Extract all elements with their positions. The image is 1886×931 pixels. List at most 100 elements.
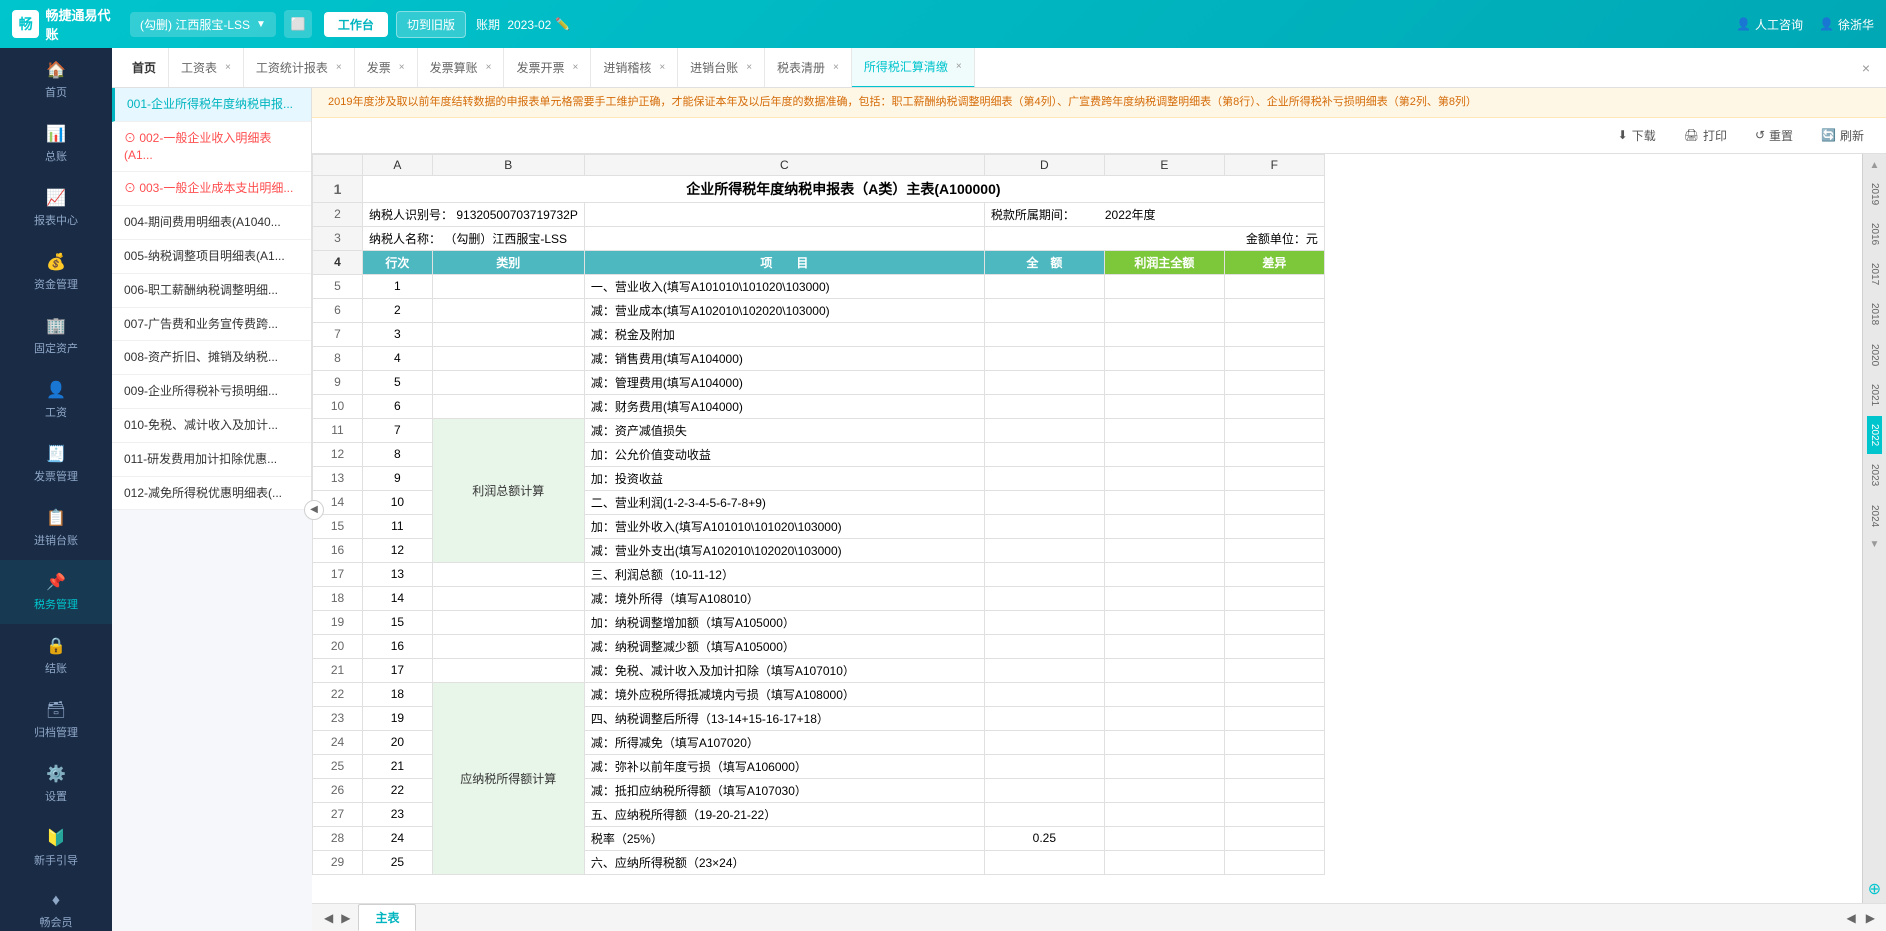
sidebar-item-guide[interactable]: 🔰 新手引导: [0, 816, 112, 880]
tab-income-tax[interactable]: 所得税汇算清缴 ×: [852, 48, 975, 88]
year-item-2016[interactable]: 2016: [1867, 215, 1882, 253]
line-num: 23: [363, 802, 433, 826]
tab-right-close-icon[interactable]: ×: [1854, 60, 1878, 76]
year-item-2021[interactable]: 2021: [1867, 376, 1882, 414]
profit-cell: [1104, 322, 1224, 346]
sidebar-item-tax[interactable]: 📌 税务管理: [0, 560, 112, 624]
left-panel-item-007[interactable]: 007-广告费和业务宣传费跨...: [112, 308, 311, 342]
sheet-scroll-left-icon[interactable]: ◀: [1844, 911, 1859, 925]
tab-tax-clear-close[interactable]: ×: [833, 62, 839, 73]
left-panel-item-002[interactable]: ⊙ 002-一般企业收入明细表(A1...: [112, 122, 311, 173]
sheet-nav: ◀ ▶ 主表 ◀ ▶: [312, 903, 1886, 931]
spreadsheet-container[interactable]: A B C D E F: [312, 154, 1862, 904]
switch-version-button[interactable]: 切到旧版: [396, 11, 466, 38]
sidebar-item-payroll[interactable]: 👤 工资: [0, 368, 112, 432]
refresh-button[interactable]: 🔄 刷新: [1815, 124, 1870, 147]
tab-income-tax-close[interactable]: ×: [956, 61, 962, 72]
year-item-2022[interactable]: 2022: [1867, 416, 1882, 454]
tab-invoice-calc-close[interactable]: ×: [486, 62, 492, 73]
tab-payroll-close[interactable]: ×: [225, 62, 231, 73]
reset-button[interactable]: ↺ 重置: [1749, 124, 1799, 147]
diff-cell: [1224, 514, 1324, 538]
sidebar-item-report[interactable]: 📈 报表中心: [0, 176, 112, 240]
print-button[interactable]: 🖨 打印: [1678, 124, 1733, 147]
year-item-2023[interactable]: 2023: [1867, 456, 1882, 494]
period-label-cell: [584, 202, 984, 226]
tab-invoice-open[interactable]: 发票开票 ×: [504, 48, 591, 88]
download-label: 下载: [1632, 127, 1656, 144]
left-panel-item-012[interactable]: 012-减免所得税优惠明细表(...: [112, 477, 311, 511]
sidebar-item-member[interactable]: ♦ 畅会员: [0, 880, 112, 931]
year-sidebar-expand-icon[interactable]: ⊕: [1868, 881, 1881, 898]
left-panel-item-003[interactable]: ⊙ 003-一般企业成本支出明细...: [112, 172, 311, 206]
col-header-amount: 全 额: [984, 250, 1104, 274]
diff-cell: [1224, 370, 1324, 394]
period-edit-icon[interactable]: ✏️: [555, 17, 570, 31]
tab-sales-check[interactable]: 进销稽核 ×: [591, 48, 678, 88]
year-item-2024[interactable]: 2024: [1867, 497, 1882, 535]
col-header-line: 行次: [363, 250, 433, 274]
left-panel-item-011[interactable]: 011-研发费用加计扣除优惠...: [112, 443, 311, 477]
copy-icon-button[interactable]: ⬜: [284, 10, 312, 38]
tab-payroll[interactable]: 工资表 ×: [169, 48, 244, 88]
tab-invoice-open-close[interactable]: ×: [572, 62, 578, 73]
sidebar-label-home: 首页: [45, 84, 67, 100]
sidebar-item-ledger[interactable]: 📊 总账: [0, 112, 112, 176]
amount-cell: [984, 658, 1104, 682]
sidebar-label-guide: 新手引导: [34, 852, 78, 868]
sheet-tab-main[interactable]: 主表: [358, 904, 416, 931]
sidebar-item-sales[interactable]: 📋 进销台账: [0, 496, 112, 560]
profit-cell: [1104, 490, 1224, 514]
tab-sales-ledger[interactable]: 进销台账 ×: [678, 48, 765, 88]
year-up-arrow[interactable]: ▲: [1868, 158, 1882, 173]
download-button[interactable]: ⬇ 下载: [1612, 124, 1662, 147]
content-area: 首页 工资表 × 工资统计报表 × 发票 × 发票算账 ×: [112, 48, 1886, 931]
sidebar-item-fund[interactable]: 💰 资金管理: [0, 240, 112, 304]
left-panel-item-006[interactable]: 006-职工薪酬纳税调整明细...: [112, 274, 311, 308]
item-cell: 减：销售费用(填写A104000): [584, 346, 984, 370]
sidebar-item-invoice[interactable]: 🧾 发票管理: [0, 432, 112, 496]
row-num: 6: [313, 298, 363, 322]
tab-sales-ledger-close[interactable]: ×: [746, 62, 752, 73]
tab-payroll-stat[interactable]: 工资统计报表 ×: [244, 48, 355, 88]
profit-cell: [1104, 514, 1224, 538]
sidebar-item-close[interactable]: 🔒 结账: [0, 624, 112, 688]
tab-invoice[interactable]: 发票 ×: [355, 48, 418, 88]
sheet-nav-left-icon[interactable]: ◀: [320, 911, 337, 925]
company-selector[interactable]: (勾删) 江西服宝-LSS ▼: [130, 12, 276, 37]
sidebar-item-home[interactable]: 🏠 首页: [0, 48, 112, 112]
year-item-2019[interactable]: 2019: [1867, 175, 1882, 213]
row-num: 7: [313, 322, 363, 346]
tab-tax-clear[interactable]: 税表清册 ×: [765, 48, 852, 88]
user-profile[interactable]: 👤 徐浙华: [1819, 16, 1874, 33]
sidebar-item-asset[interactable]: 🏢 固定资产: [0, 304, 112, 368]
left-panel-item-008[interactable]: 008-资产折旧、摊销及纳税...: [112, 341, 311, 375]
left-panel-item-009[interactable]: 009-企业所得税补亏损明细...: [112, 375, 311, 409]
left-panel-item-010[interactable]: 010-免税、减计收入及加计...: [112, 409, 311, 443]
tab-payroll-stat-close[interactable]: ×: [336, 62, 342, 73]
logo-text: 畅捷通易代账: [45, 5, 122, 43]
sheet-scroll-right-icon[interactable]: ▶: [1863, 911, 1878, 925]
left-panel-item-005[interactable]: 005-纳税调整项目明细表(A1...: [112, 240, 311, 274]
table-row: 11 7 利润总额计算 减：资产减值损失: [313, 418, 1325, 442]
sidebar-item-settings[interactable]: ⚙️ 设置: [0, 752, 112, 816]
tab-invoice-close[interactable]: ×: [399, 62, 405, 73]
year-down-arrow[interactable]: ▼: [1868, 537, 1882, 552]
ai-consult-button[interactable]: 👤 人工咨询: [1736, 16, 1803, 33]
sheet-nav-right-icon[interactable]: ▶: [337, 911, 354, 925]
report-icon: 📈: [46, 188, 66, 208]
collapse-panel-button[interactable]: ◀: [304, 500, 324, 520]
sidebar-item-archive[interactable]: 🗃 归档管理: [0, 688, 112, 752]
workbench-button[interactable]: 工作台: [324, 12, 388, 37]
tab-invoice-calc[interactable]: 发票算账 ×: [418, 48, 505, 88]
tab-home[interactable]: 首页: [120, 48, 169, 88]
year-item-2018[interactable]: 2018: [1867, 295, 1882, 333]
year-item-2017[interactable]: 2017: [1867, 255, 1882, 293]
year-item-2020[interactable]: 2020: [1867, 336, 1882, 374]
empty-cell-3c: [584, 226, 984, 250]
left-panel-item-001[interactable]: 001-企业所得税年度纳税申报...: [112, 88, 311, 122]
tab-sales-check-close[interactable]: ×: [659, 62, 665, 73]
left-panel-item-004[interactable]: 004-期间费用明细表(A1040...: [112, 206, 311, 240]
item-cell: 减：资产减值损失: [584, 418, 984, 442]
table-row: 21 17 减：免税、减计收入及加计扣除（填写A107010）: [313, 658, 1325, 682]
